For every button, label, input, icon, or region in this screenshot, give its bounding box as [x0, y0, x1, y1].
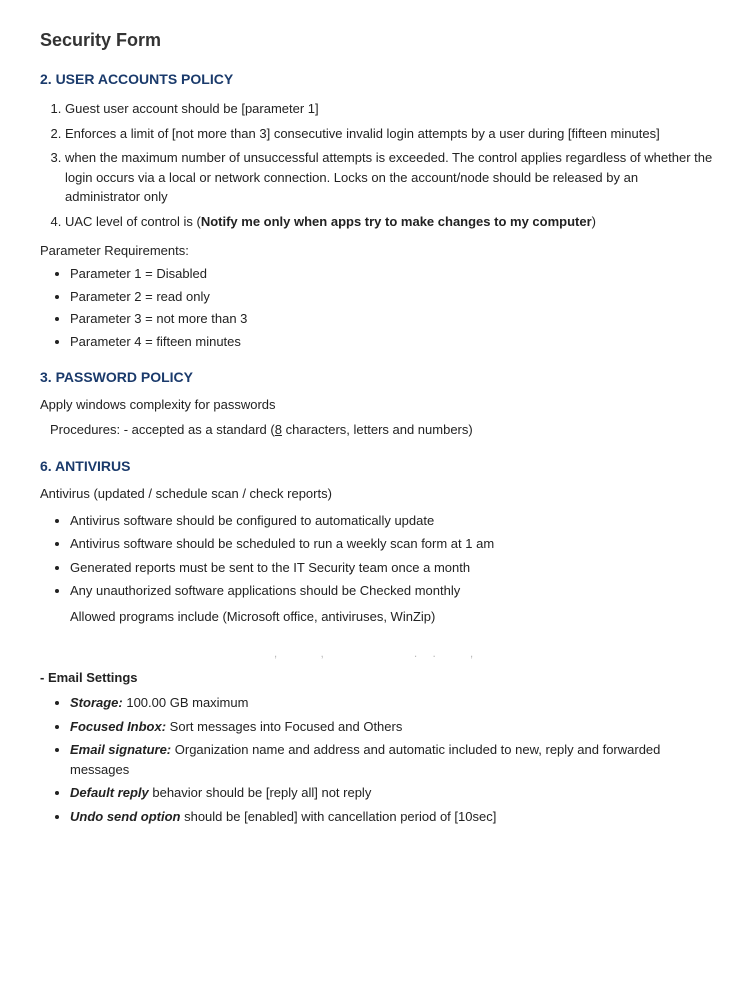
list-item: Antivirus software should be configured …	[70, 511, 713, 531]
list-item: Antivirus software should be scheduled t…	[70, 534, 713, 554]
list-item: Parameter 2 = read only	[70, 287, 713, 307]
list-item-email-signature: Email signature: Organization name and a…	[70, 740, 713, 779]
list-item-default-reply: Default reply behavior should be [reply …	[70, 783, 713, 803]
list-item-uac: UAC level of control is (Notify me only …	[65, 212, 713, 232]
section-3-block: 3. PASSWORD POLICY Apply windows complex…	[40, 369, 713, 440]
email-settings-block: - Email Settings Storage: 100.00 GB maxi…	[40, 670, 713, 826]
param-req-label: Parameter Requirements:	[40, 243, 713, 258]
procedures-text: Procedures: - accepted as a standard (8 …	[50, 420, 713, 440]
email-settings-label: - Email Settings	[40, 670, 713, 685]
param-list: Parameter 1 = Disabled Parameter 2 = rea…	[70, 264, 713, 351]
list-item-undo-send: Undo send option should be [enabled] wit…	[70, 807, 713, 827]
antivirus-bullet-list: Antivirus software should be configured …	[70, 511, 713, 627]
antivirus-subtitle: Antivirus (updated / schedule scan / che…	[40, 486, 713, 501]
apply-text: Apply windows complexity for passwords	[40, 397, 713, 412]
section-3-heading: 3. PASSWORD POLICY	[40, 369, 713, 385]
list-item: Parameter 1 = Disabled	[70, 264, 713, 284]
policy-list: Guest user account should be [parameter …	[65, 99, 713, 231]
list-item: Guest user account should be [parameter …	[65, 99, 713, 119]
list-item: when the maximum number of unsuccessful …	[65, 148, 713, 207]
section-divider: , , . . ,	[40, 646, 713, 660]
list-item-storage: Storage: 100.00 GB maximum	[70, 693, 713, 713]
email-bullet-list: Storage: 100.00 GB maximum Focused Inbox…	[70, 693, 713, 826]
list-item: Generated reports must be sent to the IT…	[70, 558, 713, 578]
page-title: Security Form	[40, 30, 713, 51]
list-item-focused-inbox: Focused Inbox: Sort messages into Focuse…	[70, 717, 713, 737]
list-item: Parameter 4 = fifteen minutes	[70, 332, 713, 352]
section-6-block: 6. ANTIVIRUS Antivirus (updated / schedu…	[40, 458, 713, 627]
list-item: Enforces a limit of [not more than 3] co…	[65, 124, 713, 144]
section-6-heading: 6. ANTIVIRUS	[40, 458, 713, 474]
allowed-programs: Allowed programs include (Microsoft offi…	[70, 607, 713, 627]
list-item: Parameter 3 = not more than 3	[70, 309, 713, 329]
section-2-block: 2. USER ACCOUNTS POLICY Guest user accou…	[40, 71, 713, 351]
section-2-heading: 2. USER ACCOUNTS POLICY	[40, 71, 713, 87]
list-item: Any unauthorized software applications s…	[70, 581, 713, 601]
